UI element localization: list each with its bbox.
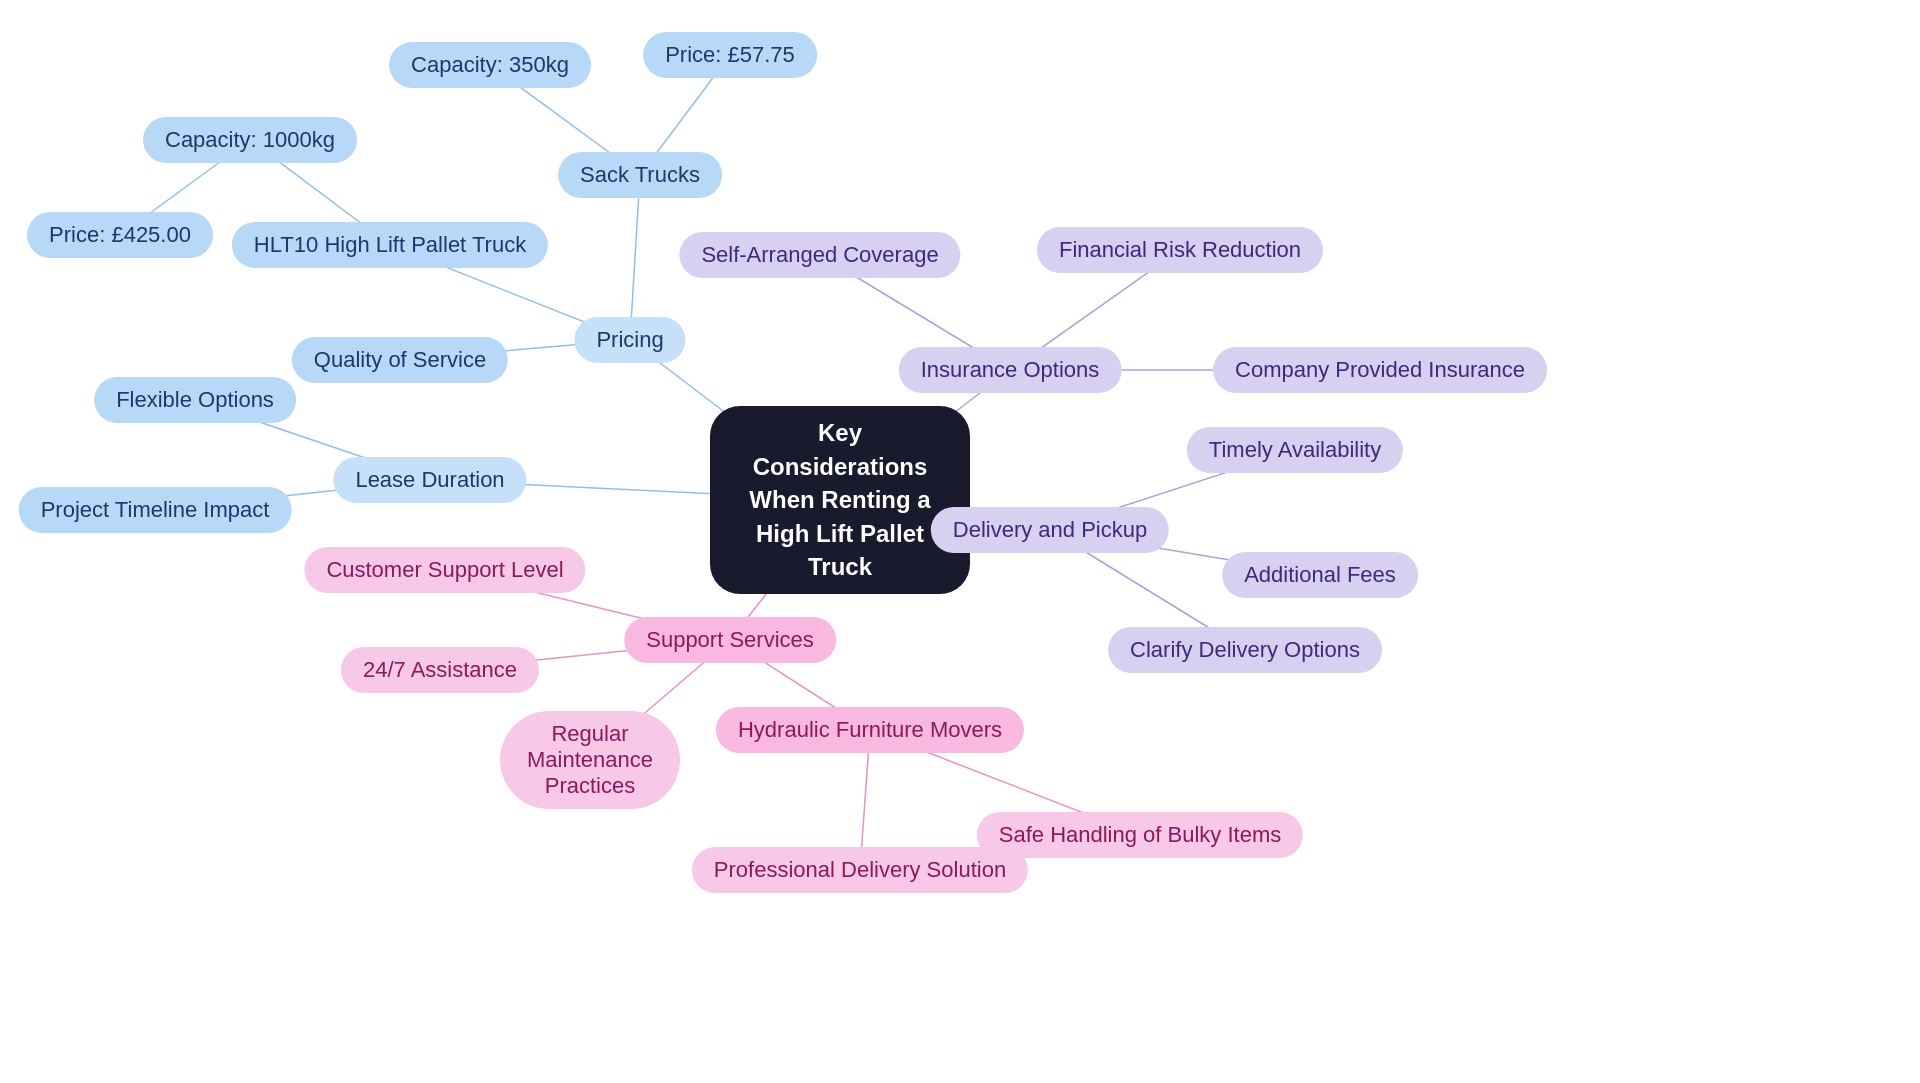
node-maintenance[interactable]: Regular Maintenance Practices [500,711,680,809]
node-company_insurance[interactable]: Company Provided Insurance [1213,347,1547,393]
node-clarify_delivery[interactable]: Clarify Delivery Options [1108,627,1382,673]
node-professional_delivery[interactable]: Professional Delivery Solution [692,847,1028,893]
node-delivery_pickup[interactable]: Delivery and Pickup [931,507,1169,553]
center-node: Key Considerations When Renting a High L… [710,406,970,594]
node-lease_duration[interactable]: Lease Duration [333,457,526,503]
node-price_57[interactable]: Price: £57.75 [643,32,817,78]
node-additional_fees[interactable]: Additional Fees [1222,552,1418,598]
node-project_timeline[interactable]: Project Timeline Impact [19,487,292,533]
node-support_services[interactable]: Support Services [624,617,836,663]
node-price_425[interactable]: Price: £425.00 [27,212,213,258]
node-timely_availability[interactable]: Timely Availability [1187,427,1403,473]
node-capacity_1000[interactable]: Capacity: 1000kg [143,117,357,163]
node-capacity_350[interactable]: Capacity: 350kg [389,42,591,88]
node-assistance_24_7[interactable]: 24/7 Assistance [341,647,539,693]
node-quality[interactable]: Quality of Service [292,337,508,383]
node-self_arranged[interactable]: Self-Arranged Coverage [679,232,960,278]
node-financial_risk[interactable]: Financial Risk Reduction [1037,227,1323,273]
node-sack_trucks[interactable]: Sack Trucks [558,152,722,198]
node-hlt10[interactable]: HLT10 High Lift Pallet Truck [232,222,548,268]
mindmap-container: Key Considerations When Renting a High L… [0,0,1920,1083]
node-flexible_options[interactable]: Flexible Options [94,377,296,423]
node-hydraulic[interactable]: Hydraulic Furniture Movers [716,707,1024,753]
node-pricing[interactable]: Pricing [574,317,685,363]
svg-line-1 [630,175,640,340]
node-insurance_options[interactable]: Insurance Options [899,347,1122,393]
node-safe_handling[interactable]: Safe Handling of Bulky Items [977,812,1303,858]
node-customer_support[interactable]: Customer Support Level [304,547,585,593]
